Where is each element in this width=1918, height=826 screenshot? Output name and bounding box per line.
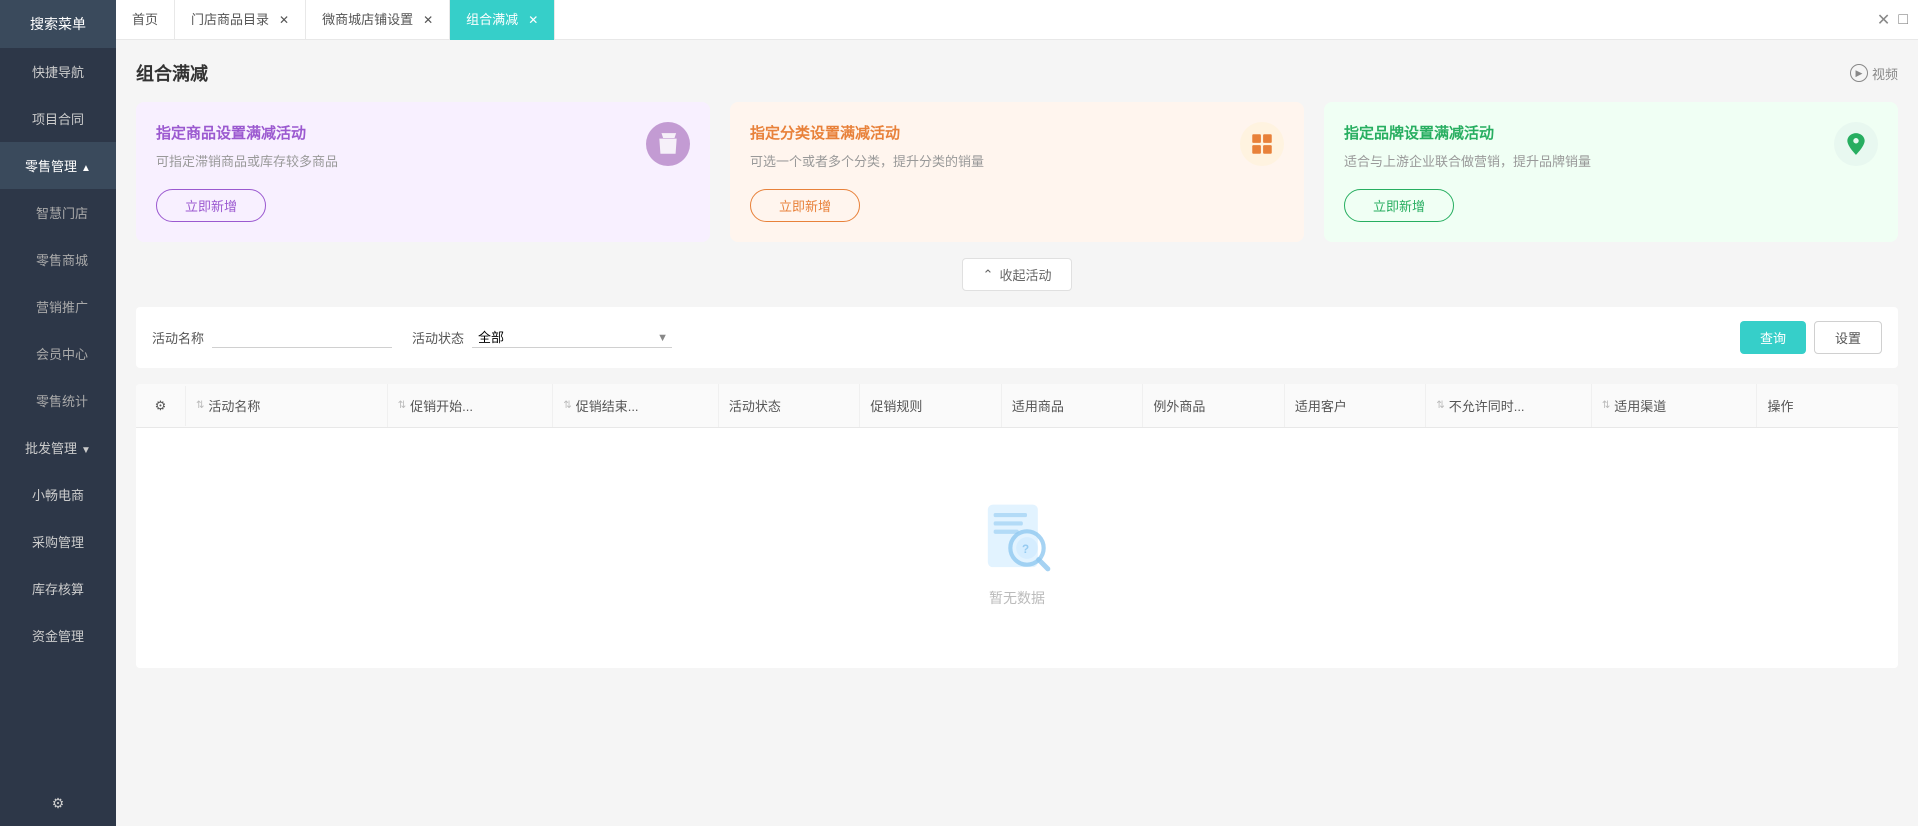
th-goods: 适用商品 bbox=[1002, 384, 1143, 427]
video-button[interactable]: ▶ 视频 bbox=[1850, 64, 1898, 83]
tab-combo-discount[interactable]: 组合满减 ✕ bbox=[450, 0, 555, 40]
empty-text: 暂无数据 bbox=[989, 588, 1045, 608]
sidebar-item-retail-mall[interactable]: 零售商城 bbox=[0, 236, 116, 283]
collapse-row: ⌃ 收起活动 bbox=[136, 258, 1898, 291]
sidebar-item-wholesale[interactable]: 批发管理 bbox=[0, 424, 116, 471]
th-channel: ⇅ 适用渠道 bbox=[1592, 384, 1758, 427]
collapse-icon: ⌃ bbox=[983, 267, 994, 283]
sidebar-item-inventory[interactable]: 库存核算 bbox=[0, 565, 116, 612]
sidebar-search[interactable]: 搜索菜单 bbox=[0, 0, 116, 48]
window-maximize-icon[interactable]: □ bbox=[1898, 11, 1908, 29]
sidebar-item-retail-management[interactable]: 零售管理 bbox=[0, 142, 116, 189]
tab-wechat-settings[interactable]: 微商城店铺设置 ✕ bbox=[306, 0, 450, 40]
collapse-label: 收起活动 bbox=[999, 265, 1051, 284]
sidebar-item-retail-stats[interactable]: 零售统计 bbox=[0, 377, 116, 424]
filter-name-input[interactable] bbox=[212, 328, 392, 348]
tab-combo-discount-label: 组合满减 bbox=[466, 0, 518, 40]
card-category-desc: 可选一个或者多个分类，提升分类的销量 bbox=[750, 151, 1284, 173]
card-brand-icon bbox=[1834, 122, 1878, 166]
tab-store-catalog-label: 门店商品目录 bbox=[191, 0, 269, 40]
settings-button[interactable]: 设置 bbox=[1814, 321, 1882, 354]
filter-status-group: 活动状态 全部 进行中 已结束 未开始 ▼ bbox=[412, 328, 672, 348]
sort-start-icon[interactable]: ⇅ bbox=[398, 400, 406, 411]
sort-notallow-icon[interactable]: ⇅ bbox=[1436, 400, 1444, 411]
video-label: 视频 bbox=[1872, 64, 1898, 83]
settings-icon: ⚙ bbox=[155, 398, 167, 414]
filter-status-wrapper: 全部 进行中 已结束 未开始 ▼ bbox=[472, 328, 672, 348]
tab-store-catalog-close[interactable]: ✕ bbox=[279, 0, 289, 40]
filter-actions: 查询 设置 bbox=[1740, 321, 1882, 354]
sort-icon[interactable]: ⇅ bbox=[196, 400, 204, 411]
sidebar-item-marketing[interactable]: 营销推广 bbox=[0, 283, 116, 330]
tab-bar-actions: ✕ □ bbox=[1877, 10, 1918, 30]
th-ops: 操作 bbox=[1757, 384, 1897, 427]
page-header: 组合满减 ▶ 视频 bbox=[136, 60, 1898, 86]
query-button[interactable]: 查询 bbox=[1740, 321, 1806, 354]
tab-bar: 首页 门店商品目录 ✕ 微商城店铺设置 ✕ 组合满减 ✕ ✕ □ bbox=[116, 0, 1918, 40]
collapse-button[interactable]: ⌃ 收起活动 bbox=[962, 258, 1073, 291]
th-settings[interactable]: ⚙ bbox=[136, 386, 186, 426]
card-category-title: 指定分类设置满减活动 bbox=[750, 122, 1284, 143]
window-close-icon[interactable]: ✕ bbox=[1877, 10, 1890, 30]
card-category: 指定分类设置满减活动 可选一个或者多个分类，提升分类的销量 立即新增 bbox=[730, 102, 1304, 242]
th-customer: 适用客户 bbox=[1285, 384, 1426, 427]
card-product-btn[interactable]: 立即新增 bbox=[156, 189, 266, 222]
table-header: ⚙ ⇅ 活动名称 ⇅ 促销开始... ⇅ 促销结束... 活动状态 bbox=[136, 384, 1898, 428]
main-area: 首页 门店商品目录 ✕ 微商城店铺设置 ✕ 组合满减 ✕ ✕ □ 组合满减 ▶ … bbox=[116, 0, 1918, 826]
th-start: ⇅ 促销开始... bbox=[388, 384, 554, 427]
sort-end-icon[interactable]: ⇅ bbox=[563, 400, 571, 411]
sidebar-item-project-contract[interactable]: 项目合同 bbox=[0, 95, 116, 142]
card-category-btn[interactable]: 立即新增 bbox=[750, 189, 860, 222]
card-brand-btn[interactable]: 立即新增 bbox=[1344, 189, 1454, 222]
th-name: ⇅ 活动名称 bbox=[186, 384, 388, 427]
filter-status-label: 活动状态 bbox=[412, 328, 464, 347]
tab-wechat-settings-label: 微商城店铺设置 bbox=[322, 0, 413, 40]
table-wrapper: ⚙ ⇅ 活动名称 ⇅ 促销开始... ⇅ 促销结束... 活动状态 bbox=[136, 384, 1898, 668]
sidebar-item-smart-store[interactable]: 智慧门店 bbox=[0, 189, 116, 236]
sidebar: 搜索菜单 快捷导航 项目合同 零售管理 智慧门店 零售商城 营销推广 会员中心 … bbox=[0, 0, 116, 826]
empty-illustration: ? bbox=[967, 488, 1067, 588]
th-rule: 促销规则 bbox=[860, 384, 1001, 427]
sort-channel-icon[interactable]: ⇅ bbox=[1602, 400, 1610, 411]
filter-name-group: 活动名称 bbox=[152, 328, 392, 348]
play-icon: ▶ bbox=[1850, 64, 1868, 82]
svg-text:?: ? bbox=[1022, 543, 1029, 556]
empty-state: ? 暂无数据 bbox=[136, 428, 1898, 668]
page-title: 组合满减 bbox=[136, 60, 208, 86]
content-area: 组合满减 ▶ 视频 指定商品设置满减活动 可指定滞销商品或库存较多商品 立即新增 bbox=[116, 40, 1918, 826]
sidebar-item-finance[interactable]: 资金管理 bbox=[0, 612, 116, 659]
card-brand-title: 指定品牌设置满减活动 bbox=[1344, 122, 1878, 143]
tab-combo-discount-close[interactable]: ✕ bbox=[528, 0, 538, 40]
sidebar-settings[interactable]: ⚙ bbox=[0, 781, 116, 826]
tab-store-catalog[interactable]: 门店商品目录 ✕ bbox=[175, 0, 306, 40]
card-product-desc: 可指定滞销商品或库存较多商品 bbox=[156, 151, 690, 173]
tab-home-label: 首页 bbox=[132, 0, 158, 40]
sidebar-item-membership[interactable]: 会员中心 bbox=[0, 330, 116, 377]
sidebar-item-quick-nav[interactable]: 快捷导航 bbox=[0, 48, 116, 95]
sidebar-item-xiaochangec[interactable]: 小畅电商 bbox=[0, 471, 116, 518]
filter-row: 活动名称 活动状态 全部 进行中 已结束 未开始 ▼ 查询 设置 bbox=[136, 307, 1898, 368]
th-notallow: ⇅ 不允许同时... bbox=[1426, 384, 1592, 427]
card-brand-desc: 适合与上游企业联合做营销，提升品牌销量 bbox=[1344, 151, 1878, 173]
card-brand: 指定品牌设置满减活动 适合与上游企业联合做营销，提升品牌销量 立即新增 bbox=[1324, 102, 1898, 242]
filter-name-label: 活动名称 bbox=[152, 328, 204, 347]
th-status: 活动状态 bbox=[719, 384, 860, 427]
tab-home[interactable]: 首页 bbox=[116, 0, 175, 40]
th-exception: 例外商品 bbox=[1143, 384, 1284, 427]
th-end: ⇅ 促销结束... bbox=[553, 384, 719, 427]
cards-row: 指定商品设置满减活动 可指定滞销商品或库存较多商品 立即新增 指定分类设置满减活… bbox=[136, 102, 1898, 242]
card-category-icon bbox=[1240, 122, 1284, 166]
card-product-icon bbox=[646, 122, 690, 166]
tab-wechat-settings-close[interactable]: ✕ bbox=[423, 0, 433, 40]
gear-icon: ⚙ bbox=[52, 795, 65, 811]
sidebar-item-purchase[interactable]: 采购管理 bbox=[0, 518, 116, 565]
card-product: 指定商品设置满减活动 可指定滞销商品或库存较多商品 立即新增 bbox=[136, 102, 710, 242]
card-product-title: 指定商品设置满减活动 bbox=[156, 122, 690, 143]
filter-status-select[interactable]: 全部 进行中 已结束 未开始 bbox=[472, 328, 672, 348]
